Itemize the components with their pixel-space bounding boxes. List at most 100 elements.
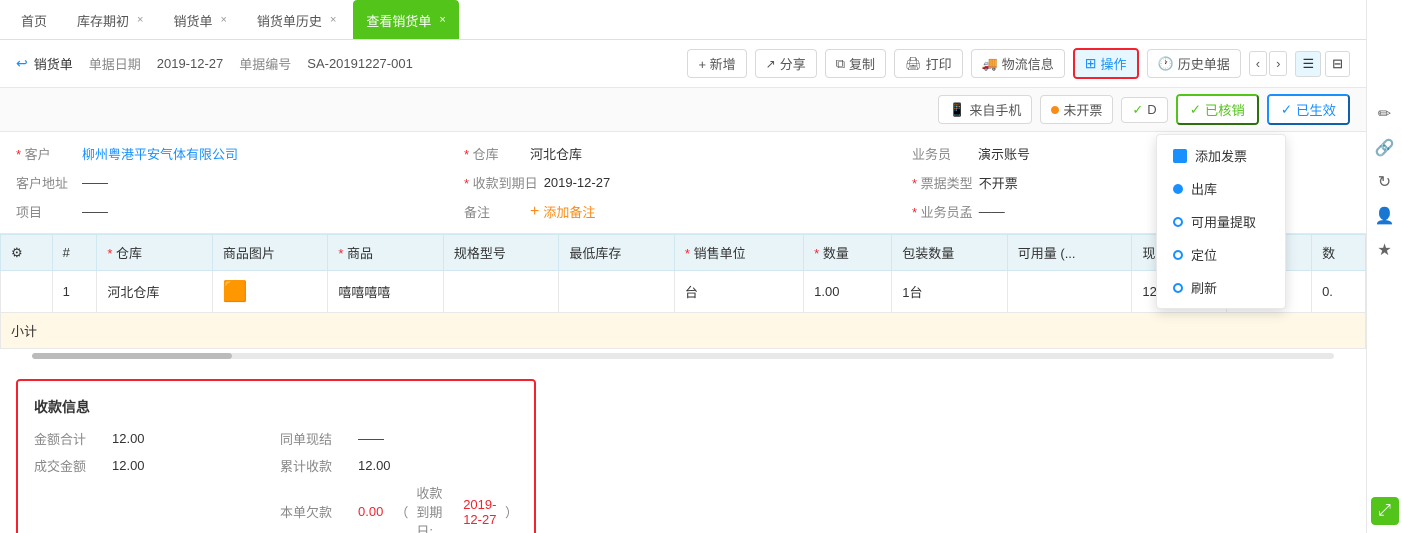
- cumulative-row: 累计收款 12.00: [280, 456, 518, 475]
- number-value: SA-20191227-001: [307, 56, 413, 71]
- invoice-icon: [1173, 149, 1187, 163]
- doc-title: ↩ 销货单: [16, 54, 73, 73]
- grid-view-icon[interactable]: ⊟: [1325, 51, 1350, 77]
- total-value: 12.00: [112, 431, 145, 446]
- locate-icon: [1173, 250, 1183, 260]
- payment-date-value: 2019-12-27: [544, 175, 611, 190]
- new-button[interactable]: + 新增: [687, 49, 746, 78]
- available-qty-icon: [1173, 217, 1183, 227]
- col-warehouse: 仓库: [97, 235, 213, 271]
- from-phone-button[interactable]: 📱 来自手机: [938, 95, 1032, 124]
- operation-button[interactable]: ⊞ 操作: [1073, 48, 1139, 79]
- payment-right: 同单现结 —— 累计收款 12.00 本单欠款 0.00 （ 收款到期日: 20…: [280, 429, 518, 533]
- view-icons: ☰ ⊟: [1295, 51, 1350, 77]
- dropdown-refresh[interactable]: 刷新: [1157, 271, 1285, 304]
- payment-title: 收款信息: [34, 397, 518, 417]
- right-sidebar: ✏ 🔗 ↻ 👤 ★ ⤢: [1366, 0, 1402, 533]
- close-tab-sales[interactable]: ×: [220, 14, 226, 26]
- truck-icon: 🚚: [982, 56, 998, 72]
- tab-bar: 首页 库存期初 × 销货单 × 销货单历史 × 查看销货单 × ×: [0, 0, 1402, 40]
- tab-inventory[interactable]: 库存期初 ×: [64, 0, 156, 39]
- warehouse-value: 河北仓库: [530, 144, 582, 163]
- date-value: 2019-12-27: [157, 56, 224, 71]
- employee-value: 演示账号: [978, 144, 1030, 163]
- cell-settings: [1, 271, 53, 313]
- sidebar-expand-icon[interactable]: ⤢: [1371, 497, 1399, 525]
- dropdown-locate[interactable]: 定位: [1157, 238, 1285, 271]
- payment-date-row: 收款到期日 2019-12-27: [464, 173, 902, 192]
- customer-row: 客户 柳州粤港平安气体有限公司: [16, 144, 454, 163]
- cell-product-image: 🟧: [212, 271, 328, 313]
- outstanding-row: 本单欠款 0.00 （ 收款到期日: 2019-12-27 ）: [280, 483, 518, 533]
- salesperson-label: 业务员孟: [912, 202, 973, 221]
- col-product-image: 商品图片: [212, 235, 328, 271]
- dropdown-available-qty[interactable]: 可用量提取: [1157, 205, 1285, 238]
- logistics-button[interactable]: 🚚 物流信息: [971, 49, 1065, 78]
- payment-left: 金额合计 12.00 成交金额 12.00: [34, 429, 272, 533]
- copy-button[interactable]: ⧉ 复制: [825, 49, 886, 78]
- date-label: 单据日期: [89, 54, 141, 73]
- share-button[interactable]: ↗ 分享: [755, 49, 817, 78]
- outstanding-value: 0.00: [358, 504, 383, 519]
- close-tab-sales-history[interactable]: ×: [330, 14, 336, 26]
- sidebar-link-icon[interactable]: 🔗: [1371, 134, 1399, 162]
- tab-home[interactable]: 首页: [8, 0, 60, 39]
- dropdown-outbound[interactable]: 出库: [1157, 172, 1285, 205]
- add-note-button[interactable]: 添加备注: [530, 202, 595, 221]
- not-opened-button[interactable]: 未开票: [1040, 95, 1113, 124]
- sub-action-bar: 📱 来自手机 未开票 ✓ D ✓ 已核销 ✓ 已生效: [0, 88, 1366, 132]
- address-row: 客户地址 ——: [16, 173, 454, 192]
- same-order-row: 同单现结 ——: [280, 429, 518, 448]
- tab-sales[interactable]: 销货单 ×: [160, 0, 239, 39]
- history-icon: 🕐: [1158, 56, 1174, 72]
- warehouse-row: 仓库 河北仓库: [464, 144, 902, 163]
- close-tab-inventory[interactable]: ×: [137, 14, 143, 26]
- project-value: ——: [82, 204, 108, 219]
- grid-icon: ⊞: [1085, 55, 1097, 72]
- effective-button[interactable]: ✓ 已生效: [1267, 94, 1350, 125]
- transaction-row: 成交金额 12.00: [34, 456, 272, 475]
- tab-sales-history[interactable]: 销货单历史 ×: [244, 0, 349, 39]
- cell-spec: [443, 271, 559, 313]
- nav-arrows: ‹ ›: [1249, 51, 1288, 76]
- doc-header: ↩ 销货单 单据日期 2019-12-27 单据编号 SA-20191227-0…: [0, 40, 1366, 88]
- check-icon-button[interactable]: ✓ D: [1121, 97, 1167, 123]
- sidebar-user-icon[interactable]: 👤: [1371, 202, 1399, 230]
- sidebar-star-icon[interactable]: ★: [1371, 236, 1399, 264]
- col-settings[interactable]: ⚙: [1, 235, 53, 271]
- cell-quantity: 1.00: [804, 271, 892, 313]
- close-tab-view-sales[interactable]: ×: [439, 14, 445, 26]
- list-view-icon[interactable]: ☰: [1295, 51, 1321, 77]
- cell-min-stock: [559, 271, 675, 313]
- scrollbar-area[interactable]: [0, 349, 1366, 363]
- project-label: 项目: [16, 202, 76, 221]
- total-label: 金额合计: [34, 429, 104, 448]
- cell-available: [1007, 271, 1132, 313]
- history-button[interactable]: 🕐 历史单据: [1147, 49, 1241, 78]
- same-order-value: ——: [358, 431, 384, 446]
- cell-sales-unit: 台: [674, 271, 803, 313]
- sidebar-refresh-icon[interactable]: ↻: [1371, 168, 1399, 196]
- col-amount: 数: [1312, 235, 1366, 271]
- col-quantity: 数量: [804, 235, 892, 271]
- dropdown-menu: 添加发票 出库 可用量提取 定位 刷新: [1156, 134, 1286, 309]
- sidebar-edit-icon[interactable]: ✏: [1371, 100, 1399, 128]
- dropdown-add-invoice[interactable]: 添加发票: [1157, 139, 1285, 172]
- cumulative-label: 累计收款: [280, 456, 350, 475]
- col-available: 可用量 (...: [1007, 235, 1132, 271]
- completed-button[interactable]: ✓ 已核销: [1176, 94, 1259, 125]
- copy-icon: ⧉: [836, 56, 845, 72]
- customer-value[interactable]: 柳州粤港平安气体有限公司: [82, 144, 238, 163]
- due-date-value: 2019-12-27: [463, 497, 497, 527]
- note-label: 备注: [464, 202, 524, 221]
- orange-dot-icon: [1051, 106, 1059, 114]
- payment-box: 收款信息 金额合计 12.00 成交金额 12.00 同单现结 ——: [16, 379, 536, 533]
- note-row: 备注 添加备注: [464, 202, 902, 221]
- warehouse-label: 仓库: [464, 144, 524, 163]
- print-button[interactable]: 🖨 打印: [894, 49, 963, 78]
- check-icon: ✓: [1132, 102, 1143, 118]
- nav-next-button[interactable]: ›: [1269, 51, 1287, 76]
- tab-view-sales[interactable]: 查看销货单 ×: [353, 0, 458, 39]
- nav-prev-button[interactable]: ‹: [1249, 51, 1267, 76]
- payment-date-label: 收款到期日: [464, 173, 538, 192]
